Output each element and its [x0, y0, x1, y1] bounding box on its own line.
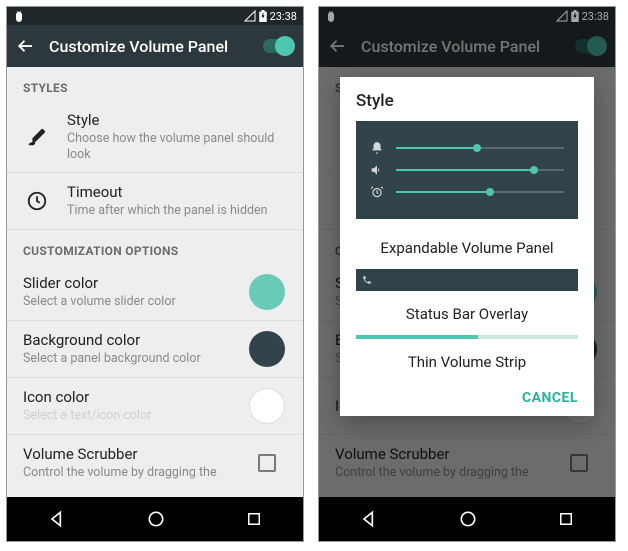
dialog-scrim[interactable]: Style Expandable Volume Panel Status Bar…: [319, 7, 615, 541]
master-toggle[interactable]: [263, 39, 293, 53]
settings-list: STYLES Style Choose how the volume panel …: [7, 67, 303, 499]
bg-color-swatch[interactable]: [249, 331, 285, 367]
style-dialog: Style Expandable Volume Panel Status Bar…: [340, 77, 594, 416]
nav-home-icon[interactable]: [146, 509, 166, 529]
icon-color-sub: Select a text/icon color: [23, 408, 231, 424]
phone-left: 23:38 Customize Volume Panel STYLES Styl…: [6, 6, 304, 542]
speaker-icon: [370, 163, 386, 177]
android-debug-icon: [13, 10, 25, 22]
nav-recent-icon[interactable]: [245, 510, 263, 528]
scrubber-sub: Control the volume by dragging the: [23, 465, 231, 481]
slider-color-title: Slider color: [23, 274, 231, 292]
option-expandable[interactable]: Expandable Volume Panel: [356, 229, 578, 267]
row-timeout[interactable]: Timeout Time after which the panel is hid…: [7, 173, 303, 230]
timeout-sub: Time after which the panel is hidden: [67, 203, 287, 219]
clock-text: 23:38: [270, 10, 297, 23]
battery-icon: [259, 10, 267, 22]
nav-back-icon[interactable]: [47, 509, 67, 529]
row-volume-scrubber[interactable]: Volume Scrubber Control the volume by dra…: [7, 435, 303, 491]
bell-icon: [370, 141, 386, 155]
preview-thin: [356, 335, 578, 339]
phone-icon: [362, 275, 372, 285]
signal-icon: [244, 10, 256, 22]
style-sub: Choose how the volume panel should look: [67, 131, 287, 162]
icon-color-swatch[interactable]: [249, 388, 285, 424]
phone-right: 23:38 Customize Volume Panel STYLES Styl…: [318, 6, 616, 542]
back-icon[interactable]: [17, 37, 35, 55]
option-thin[interactable]: Thin Volume Strip: [356, 343, 578, 381]
level-1: [396, 147, 477, 149]
slider-color-swatch[interactable]: [249, 274, 285, 310]
brush-icon: [26, 126, 48, 148]
row-background-color[interactable]: Background color Select a panel backgroun…: [7, 321, 303, 378]
section-styles: STYLES: [7, 67, 303, 101]
level-3: [396, 191, 490, 193]
row-style[interactable]: Style Choose how the volume panel should …: [7, 101, 303, 173]
page-title: Customize Volume Panel: [49, 37, 249, 56]
icon-color-title: Icon color: [23, 388, 231, 406]
nav-bar: [7, 497, 303, 541]
timeout-title: Timeout: [67, 183, 287, 201]
style-title: Style: [67, 111, 287, 129]
nav-back-icon[interactable]: [359, 509, 379, 529]
alarm-icon: [370, 185, 386, 199]
preview-statusbar: [356, 269, 578, 291]
clock-icon: [26, 190, 48, 212]
row-icon-color[interactable]: Icon color Select a text/icon color: [7, 378, 303, 435]
bg-color-sub: Select a panel background color: [23, 351, 231, 367]
level-2: [396, 169, 534, 171]
option-statusbar[interactable]: Status Bar Overlay: [356, 295, 578, 333]
nav-home-icon[interactable]: [458, 509, 478, 529]
section-customization: CUSTOMIZATION OPTIONS: [7, 230, 303, 264]
preview-expandable: [356, 121, 578, 219]
bg-color-title: Background color: [23, 331, 231, 349]
dialog-title: Style: [356, 91, 578, 111]
nav-recent-icon[interactable]: [557, 510, 575, 528]
nav-bar: [319, 497, 615, 541]
row-slider-color[interactable]: Slider color Select a volume slider color: [7, 264, 303, 321]
scrubber-title: Volume Scrubber: [23, 445, 231, 463]
cancel-button[interactable]: CANCEL: [522, 390, 578, 406]
app-bar: Customize Volume Panel: [7, 25, 303, 67]
slider-color-sub: Select a volume slider color: [23, 294, 231, 310]
status-bar: 23:38: [7, 7, 303, 25]
scrubber-checkbox[interactable]: [258, 454, 276, 472]
